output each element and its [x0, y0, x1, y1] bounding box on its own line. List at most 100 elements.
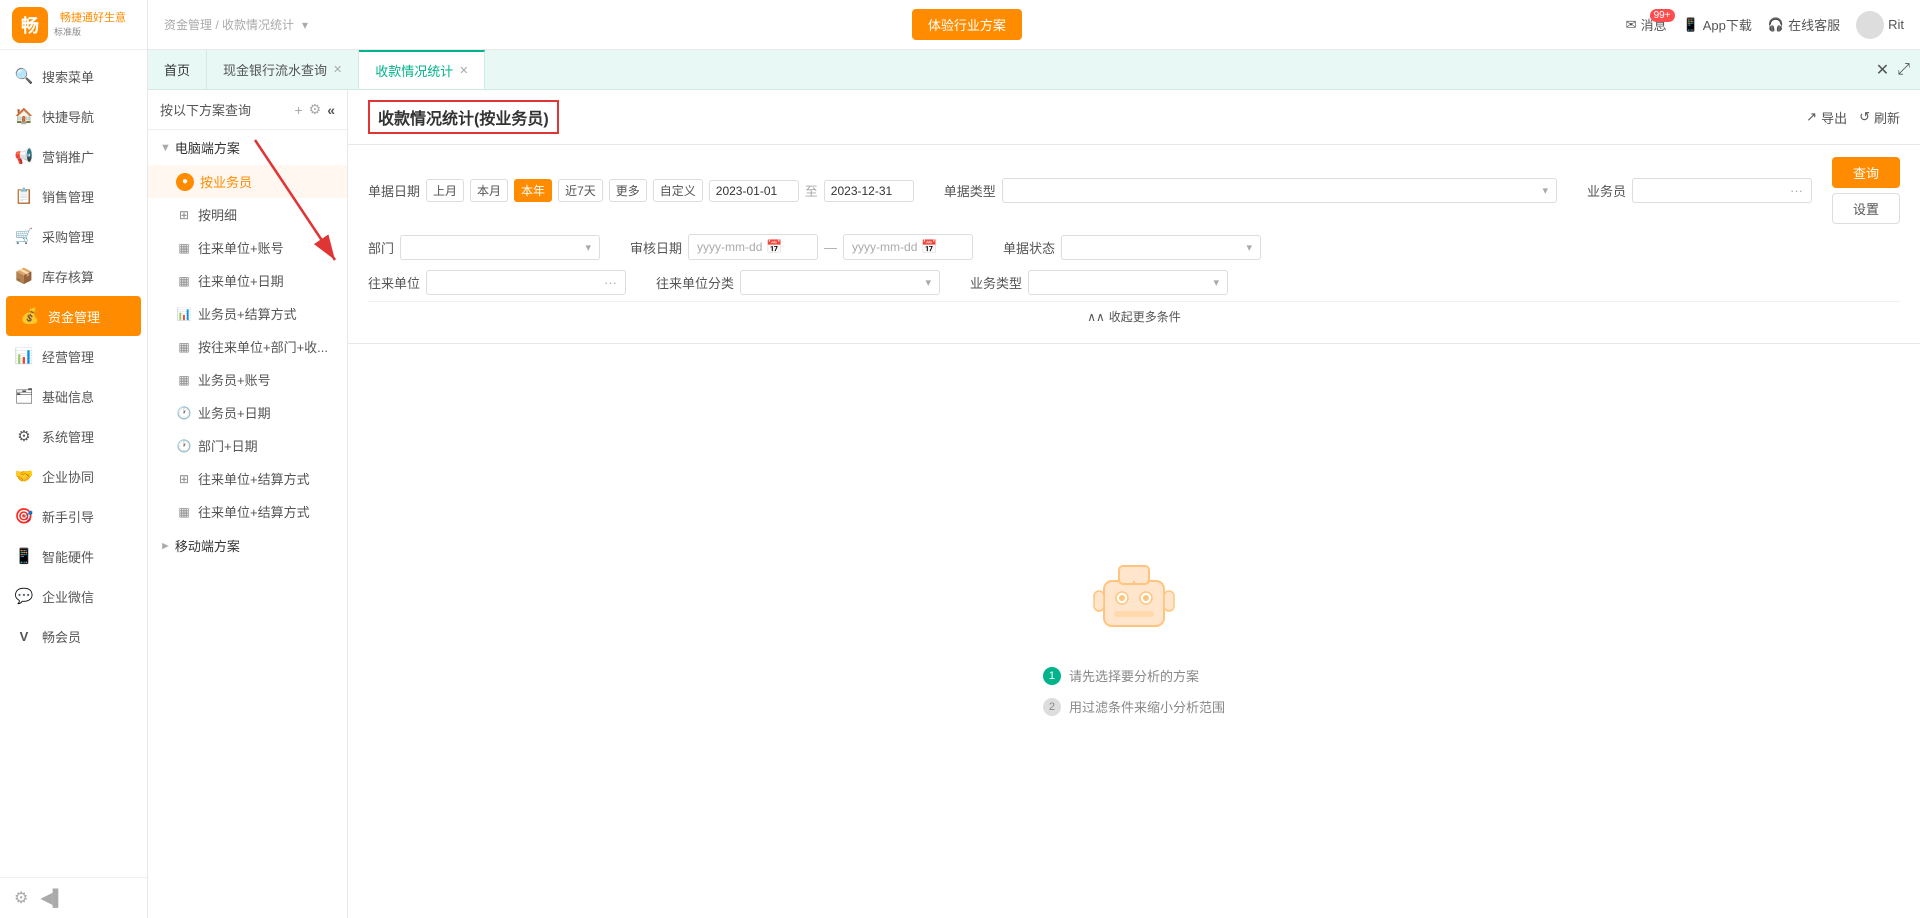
- tab-bank-close-icon[interactable]: ✕: [333, 63, 342, 76]
- tab-home-label: 首页: [164, 60, 190, 79]
- tab-expand-button[interactable]: ⤢: [1897, 61, 1910, 79]
- filter-area: 单据日期 上月 本月 本年 近7天 更多 自定义 至 单据类型: [348, 145, 1920, 344]
- scheme-item-staff-settle[interactable]: 📊 业务员+结算方式: [148, 297, 347, 330]
- counterpart-type-chevron-icon: ▾: [926, 276, 932, 289]
- user-name: Rit: [1888, 17, 1904, 32]
- collapse-panel-icon[interactable]: «: [327, 102, 335, 118]
- sidebar-item-hardware[interactable]: 📱 智能硬件: [0, 536, 147, 576]
- counterpart-select[interactable]: ···: [426, 270, 626, 295]
- desktop-group-toggle-icon: ▼: [160, 142, 171, 154]
- date-to-input[interactable]: [824, 180, 914, 202]
- wechat-icon: 💬: [14, 586, 34, 606]
- review-date-sep: —: [824, 240, 837, 255]
- unit-settle1-icon: ⊞: [176, 471, 192, 487]
- date-more-btn[interactable]: 更多: [609, 179, 647, 202]
- operations-icon: 📊: [14, 346, 34, 366]
- tab-collection-close-icon[interactable]: ✕: [459, 64, 468, 77]
- scheme-item-by-staff[interactable]: ● 按业务员: [148, 165, 347, 198]
- left-panel-title: 按以下方案查询: [160, 100, 251, 119]
- collapse-filter-bar[interactable]: ∧∧ 收起更多条件: [368, 301, 1900, 331]
- sidebar-item-search[interactable]: 🔍 搜索菜单: [0, 56, 147, 96]
- review-date-to-input[interactable]: yyyy-mm-dd 📅: [843, 234, 973, 260]
- mobile-scheme-header[interactable]: ▼ 移动端方案: [148, 528, 347, 563]
- refresh-button[interactable]: ↺ 刷新: [1859, 108, 1900, 127]
- sidebar-item-marketing[interactable]: 📢 营销推广: [0, 136, 147, 176]
- sidebar-item-sales[interactable]: 📋 销售管理: [0, 176, 147, 216]
- counterpart-type-select[interactable]: ▾: [740, 270, 940, 295]
- dept-chevron-icon: ▾: [585, 241, 591, 254]
- calendar-from-icon[interactable]: 📅: [766, 239, 782, 255]
- dept-select[interactable]: ▾: [400, 235, 600, 260]
- staff-dots-icon[interactable]: ···: [1790, 183, 1803, 198]
- date-this-month-btn[interactable]: 本月: [470, 179, 508, 202]
- scheme-item-unit-dept[interactable]: ▦ 按往来单位+部门+收...: [148, 330, 347, 363]
- sidebar-item-operations[interactable]: 📊 经营管理: [0, 336, 147, 376]
- date-last-month-btn[interactable]: 上月: [426, 179, 464, 202]
- voucher-type-select[interactable]: ▾: [1002, 178, 1557, 203]
- voucher-status-chevron-icon: ▾: [1247, 241, 1253, 254]
- date-this-year-btn[interactable]: 本年: [514, 179, 552, 202]
- message-button[interactable]: ✉ 消息 99+: [1626, 15, 1667, 34]
- sidebar-item-inventory[interactable]: 📦 库存核算: [0, 256, 147, 296]
- tab-close-all-button[interactable]: ✕: [1876, 60, 1889, 80]
- sidebar-item-member[interactable]: V 畅会员: [0, 616, 147, 656]
- sidebar-item-purchase[interactable]: 🛒 采购管理: [0, 216, 147, 256]
- dept-filter: 部门 ▾: [368, 235, 600, 260]
- desktop-scheme-group: ▼ 电脑端方案 ● 按业务员 ⊞ 按明细 ▦ 往来单位+账号 ▦ 往来单位+: [148, 130, 347, 528]
- scheme-item-dept-date[interactable]: 🕐 部门+日期: [148, 429, 347, 462]
- staff-select[interactable]: ···: [1632, 178, 1812, 203]
- settings-button[interactable]: 设置: [1832, 193, 1900, 224]
- review-date-from-input[interactable]: yyyy-mm-dd 📅: [688, 234, 818, 260]
- scheme-settings-icon[interactable]: ⚙: [309, 101, 322, 118]
- sidebar-item-basic[interactable]: 🗂 基础信息: [0, 376, 147, 416]
- add-scheme-icon[interactable]: +: [294, 102, 302, 118]
- sidebar-item-quicknav[interactable]: 🏠 快捷导航: [0, 96, 147, 136]
- scheme-item-staff-account[interactable]: ▦ 业务员+账号: [148, 363, 347, 396]
- scheme-item-unit-date[interactable]: ▦ 往来单位+日期: [148, 264, 347, 297]
- sidebar-item-wechat[interactable]: 💬 企业微信: [0, 576, 147, 616]
- date-from-input[interactable]: [709, 180, 799, 202]
- refresh-icon: ↺: [1859, 109, 1870, 125]
- trial-button[interactable]: 体验行业方案: [912, 9, 1022, 40]
- scheme-item-unit-account[interactable]: ▦ 往来单位+账号: [148, 231, 347, 264]
- tab-home[interactable]: 首页: [148, 50, 207, 89]
- counterpart-dots-icon[interactable]: ···: [604, 275, 617, 290]
- voucher-status-select[interactable]: ▾: [1061, 235, 1261, 260]
- panel-header-actions: + ⚙ «: [294, 101, 335, 118]
- user-menu[interactable]: Rit: [1856, 11, 1904, 39]
- counterpart-placeholder: [435, 275, 439, 290]
- settings-footer-icon[interactable]: ⚙: [14, 888, 28, 908]
- collapse-label: 收起更多条件: [1109, 308, 1181, 325]
- biz-type-select[interactable]: ▾: [1028, 270, 1228, 295]
- collapse-icon: ∧∧: [1087, 310, 1105, 324]
- scheme-item-unit-settle1[interactable]: ⊞ 往来单位+结算方式: [148, 462, 347, 495]
- app-download-button[interactable]: 📱 App下载: [1683, 15, 1752, 34]
- sidebar-item-enterprise[interactable]: 🤝 企业协同: [0, 456, 147, 496]
- mobile-scheme-group: ▼ 移动端方案: [148, 528, 347, 563]
- sidebar-item-finance[interactable]: 💰 资金管理: [6, 296, 141, 336]
- scheme-item-staff-date[interactable]: 🕐 业务员+日期: [148, 396, 347, 429]
- scheme-item-by-detail[interactable]: ⊞ 按明细: [148, 198, 347, 231]
- tab-bank[interactable]: 现金银行流水查询 ✕: [207, 50, 359, 89]
- calendar-to-icon[interactable]: 📅: [921, 239, 937, 255]
- guide-icon: 🎯: [14, 506, 34, 526]
- sidebar-item-guide[interactable]: 🎯 新手引导: [0, 496, 147, 536]
- online-service-button[interactable]: 🎧 在线客服: [1768, 15, 1840, 34]
- empty-state-icon: [1084, 546, 1184, 646]
- sidebar-item-system[interactable]: ⚙ 系统管理: [0, 416, 147, 456]
- tab-collection[interactable]: 收款情况统计 ✕: [359, 50, 485, 89]
- date-sep: 至: [805, 181, 818, 200]
- date-7days-btn[interactable]: 近7天: [558, 179, 603, 202]
- scheme-item-unit-settle2[interactable]: ▦ 往来单位+结算方式: [148, 495, 347, 528]
- mobile-group-toggle-icon: ▼: [159, 540, 171, 551]
- desktop-scheme-header[interactable]: ▼ 电脑端方案: [148, 130, 347, 165]
- empty-state: 1 请先选择要分析的方案 2 用过滤条件来缩小分析范围: [1043, 546, 1225, 716]
- export-button[interactable]: ↗ 导出: [1806, 108, 1847, 127]
- query-button[interactable]: 查询: [1832, 157, 1900, 188]
- filter-row-3: 往来单位 ··· 往来单位分类 ▾ 业务: [368, 270, 1900, 295]
- dept-placeholder: [409, 240, 413, 255]
- collapse-sidebar-icon[interactable]: ◀▌: [40, 888, 64, 908]
- left-panel: 按以下方案查询 + ⚙ « ▼ 电脑端方案 ● 按业务员: [148, 90, 348, 918]
- date-custom-btn[interactable]: 自定义: [653, 179, 703, 202]
- unit-dept-icon: ▦: [176, 339, 192, 355]
